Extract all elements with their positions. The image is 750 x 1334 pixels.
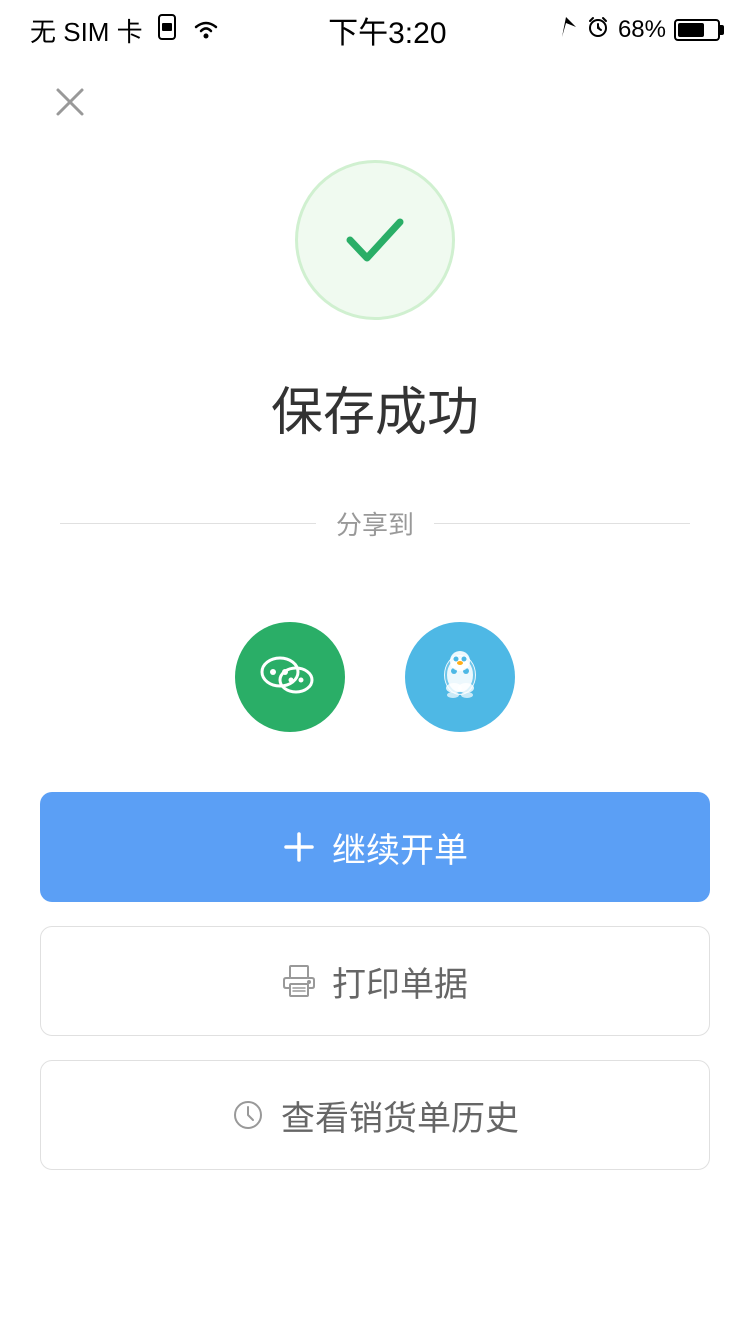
success-icon-circle	[295, 160, 455, 320]
qq-share-button[interactable]	[405, 622, 515, 732]
alarm-icon	[586, 15, 610, 46]
history-label: 查看销货单历史	[281, 1091, 519, 1140]
status-right: 68%	[554, 15, 720, 46]
wechat-share-button[interactable]	[235, 622, 345, 732]
continue-label: 继续开单	[332, 823, 468, 872]
battery-percent: 68%	[618, 16, 666, 44]
history-button[interactable]: 查看销货单历史	[40, 1060, 710, 1170]
status-time: 下午3:20	[328, 8, 446, 52]
status-left: 无 SIM 卡	[30, 12, 221, 49]
main-content: 保存成功 分享到	[0, 60, 750, 1170]
sim-icon	[153, 13, 181, 48]
location-icon	[554, 15, 578, 46]
actions-container: 继续开单 打印单据 查看销货单历史	[0, 792, 750, 1170]
wifi-icon	[191, 15, 221, 46]
carrier-text: 无 SIM 卡	[30, 12, 143, 49]
continue-button[interactable]: 继续开单	[40, 792, 710, 902]
print-label: 打印单据	[332, 957, 468, 1006]
status-bar: 无 SIM 卡 下午3:20	[0, 0, 750, 60]
share-icons-container	[235, 622, 515, 732]
divider-left	[60, 523, 316, 524]
share-label: 分享到	[336, 505, 414, 542]
share-divider: 分享到	[60, 505, 690, 542]
share-section: 分享到	[0, 505, 750, 582]
print-button[interactable]: 打印单据	[40, 926, 710, 1036]
success-title: 保存成功	[271, 370, 479, 445]
close-button[interactable]	[40, 72, 100, 132]
battery-icon	[674, 19, 720, 41]
divider-right	[434, 523, 690, 524]
